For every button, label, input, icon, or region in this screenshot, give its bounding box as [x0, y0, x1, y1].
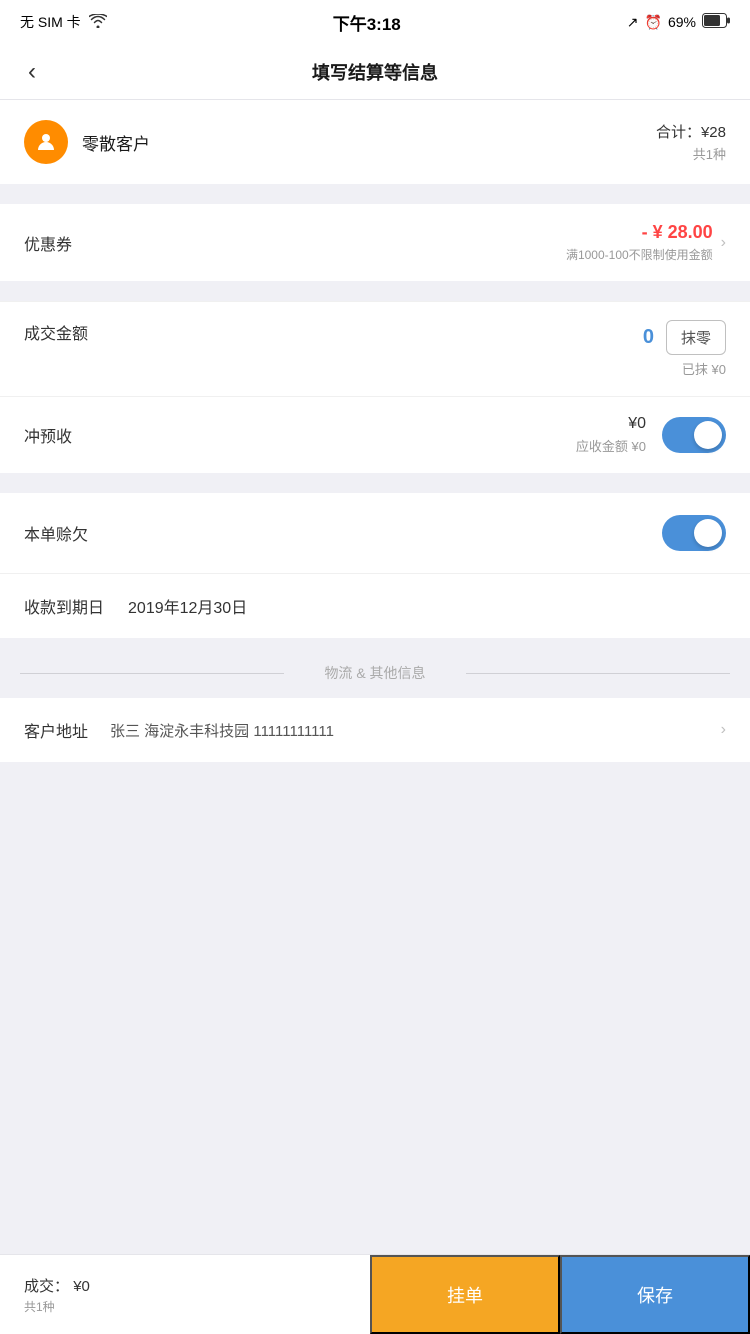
- alarm-icon: ⏰: [645, 14, 662, 31]
- back-button[interactable]: ‹: [20, 50, 44, 94]
- coupon-chevron-icon: ›: [721, 234, 726, 252]
- divider-line-left: [20, 673, 284, 674]
- page-title: 填写结算等信息: [312, 59, 438, 85]
- address-chevron-icon: ›: [721, 721, 726, 739]
- prepayment-toggle[interactable]: [662, 417, 726, 453]
- battery-icon: [702, 13, 730, 31]
- coupon-right: - ¥ 28.00 满1000-100不限制使用金额 ›: [566, 222, 726, 263]
- address-value: 张三 海淀永丰科技园 11111111111: [110, 720, 721, 741]
- location-icon: ↗: [627, 14, 639, 31]
- coupon-row[interactable]: 优惠券 - ¥ 28.00 满1000-100不限制使用金额 ›: [0, 204, 750, 281]
- bottom-transaction-label: 成交：: [24, 1278, 69, 1295]
- main-content: 零散客户 合计：¥28 共1种 优惠券 - ¥ 28.00 满1000-100不…: [0, 100, 750, 1062]
- logistics-label: 物流 & 其他信息: [324, 663, 425, 683]
- prepayment-label: 冲预收: [24, 423, 72, 447]
- duedate-label: 收款到期日: [24, 594, 104, 618]
- customer-row: 零散客户 合计：¥28 共1种: [0, 100, 750, 184]
- debt-label: 本单赊欠: [24, 521, 88, 545]
- round-off-button[interactable]: 抹零: [666, 320, 726, 355]
- divider-line-right: [466, 673, 730, 674]
- coupon-section: 优惠券 - ¥ 28.00 满1000-100不限制使用金额 ›: [0, 204, 750, 281]
- financial-section: 成交金额 0 抹零 已抹 ¥0 冲预收 ¥0 应收金额 ¥0: [0, 301, 750, 473]
- carrier-label: 无 SIM 卡: [20, 12, 81, 32]
- customer-left: 零散客户: [24, 120, 150, 164]
- section-divider-3: [0, 483, 750, 493]
- status-time: 下午3:18: [333, 10, 401, 35]
- bottom-info: 成交： ¥0 共1种: [0, 1275, 370, 1315]
- customer-count: 共1种: [656, 144, 726, 163]
- transaction-row: 成交金额 0 抹零 已抹 ¥0: [0, 301, 750, 396]
- bottom-transaction-value: ¥0: [73, 1278, 90, 1295]
- empty-space: [0, 772, 750, 972]
- status-bar: 无 SIM 卡 下午3:18 ↗ ⏰ 69%: [0, 0, 750, 44]
- coupon-label: 优惠券: [24, 231, 72, 255]
- customer-avatar: [24, 120, 68, 164]
- transaction-right: 0 抹零: [643, 320, 726, 355]
- duedate-row: 收款到期日 2019年12月30日: [0, 573, 750, 638]
- save-button[interactable]: 保存: [560, 1255, 750, 1334]
- customer-summary: 合计：¥28 共1种: [656, 121, 726, 163]
- bottom-transaction: 成交： ¥0: [24, 1275, 346, 1296]
- bottom-count: 共1种: [24, 1298, 346, 1315]
- address-section[interactable]: 客户地址 张三 海淀永丰科技园 11111111111 ›: [0, 698, 750, 762]
- hold-button[interactable]: 挂单: [370, 1255, 560, 1334]
- transaction-value: 0: [643, 326, 654, 349]
- debt-row: 本单赊欠: [0, 493, 750, 573]
- section-divider-1: [0, 194, 750, 204]
- prepayment-amounts: ¥0 应收金额 ¥0: [576, 415, 646, 455]
- transaction-label: 成交金额: [24, 320, 88, 344]
- coupon-description: 满1000-100不限制使用金额: [566, 246, 713, 263]
- customer-section: 零散客户 合计：¥28 共1种: [0, 100, 750, 184]
- nav-bar: ‹ 填写结算等信息: [0, 44, 750, 100]
- wifi-icon: [89, 14, 107, 31]
- customer-name: 零散客户: [82, 130, 150, 155]
- section-divider-2: [0, 291, 750, 301]
- prepayment-value: ¥0: [576, 415, 646, 433]
- debt-section: 本单赊欠 收款到期日 2019年12月30日: [0, 493, 750, 638]
- status-left: 无 SIM 卡: [20, 12, 107, 32]
- coupon-value: - ¥ 28.00: [566, 222, 713, 243]
- receivable-amount: 应收金额 ¥0: [576, 436, 646, 455]
- address-row[interactable]: 客户地址 张三 海淀永丰科技园 11111111111 ›: [0, 698, 750, 762]
- address-label: 客户地址: [24, 718, 94, 742]
- duedate-value: 2019年12月30日: [128, 594, 247, 618]
- prepayment-right: ¥0 应收金额 ¥0: [576, 415, 726, 455]
- debt-toggle[interactable]: [662, 515, 726, 551]
- bottom-bar: 成交： ¥0 共1种 挂单 保存: [0, 1254, 750, 1334]
- customer-total: 合计：¥28: [656, 121, 726, 142]
- logistics-divider: 物流 & 其他信息: [0, 648, 750, 698]
- prepayment-row: 冲预收 ¥0 应收金额 ¥0: [0, 396, 750, 473]
- battery-label: 69%: [668, 14, 696, 30]
- erased-amount: 已抹 ¥0: [643, 359, 726, 378]
- status-right: ↗ ⏰ 69%: [627, 13, 730, 31]
